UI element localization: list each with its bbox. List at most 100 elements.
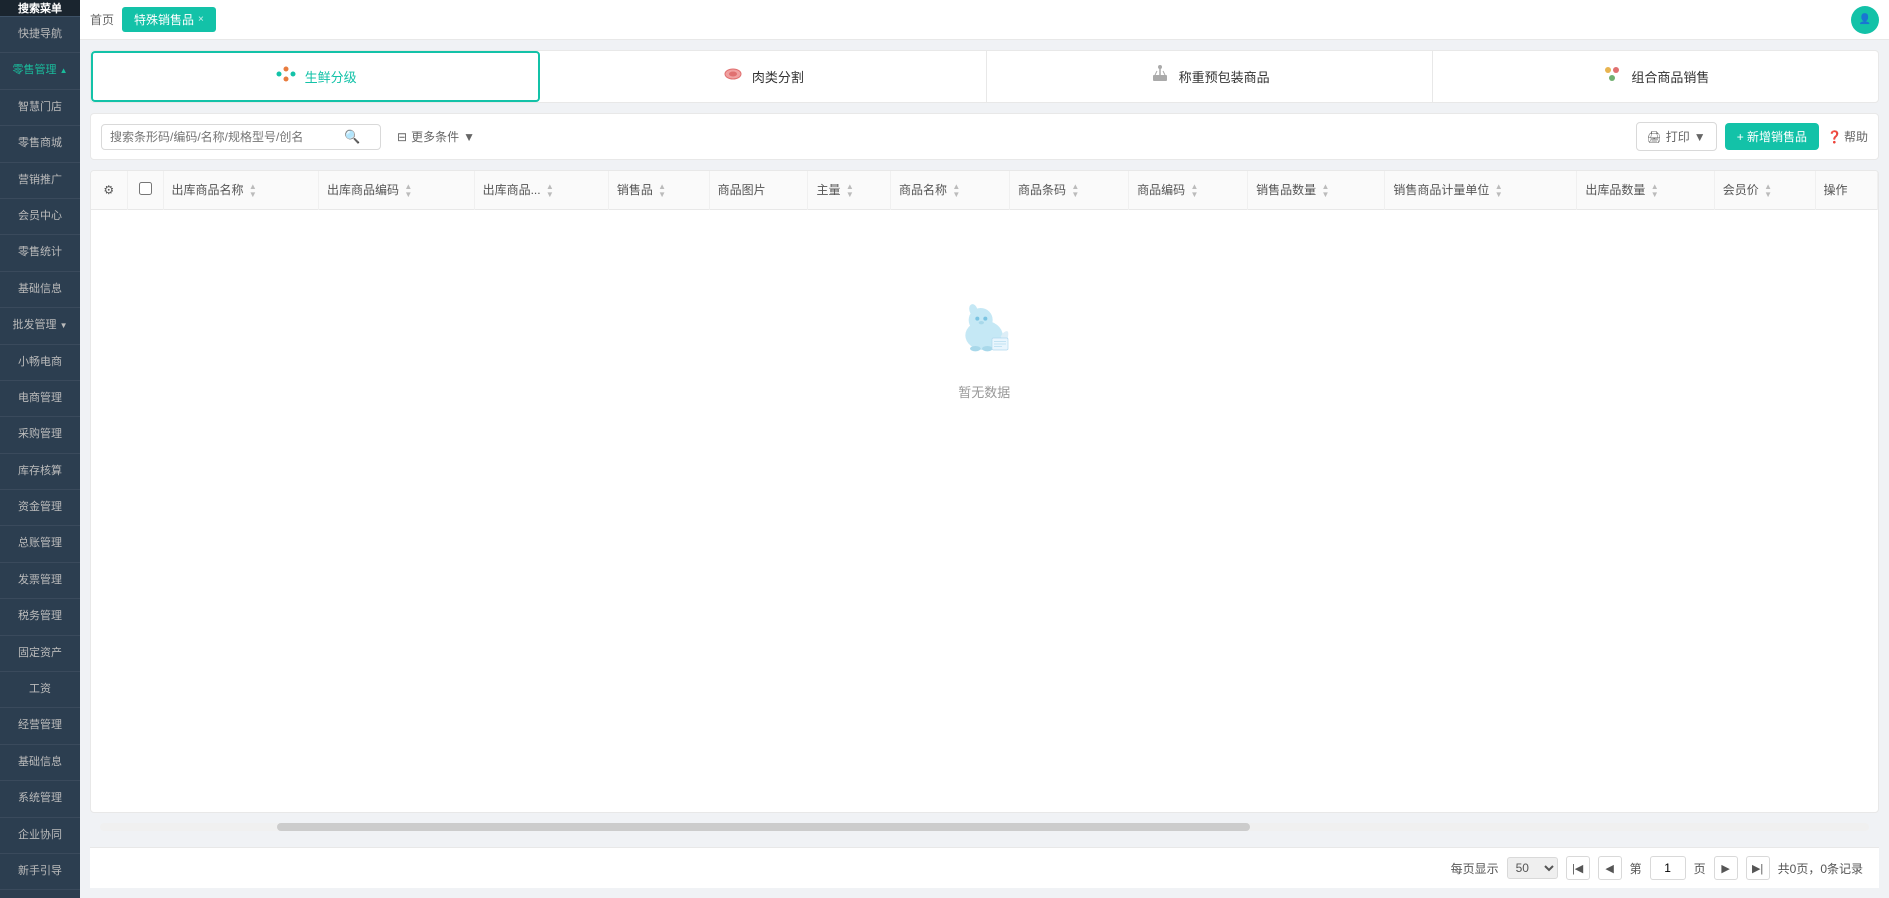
sidebar-item-retail-mgmt[interactable]: 零售管理 ▲ xyxy=(0,53,80,89)
sidebar-item-sys-mgmt[interactable]: 系统管理 xyxy=(0,781,80,817)
sidebar-item-inventory[interactable]: 库存核算 xyxy=(0,454,80,490)
th-sales-qty: 销售品数量 ▲▼ xyxy=(1248,171,1385,209)
add-button-label: + 新增销售品 xyxy=(1737,128,1807,145)
sort-icon[interactable]: ▲▼ xyxy=(1495,183,1503,199)
sort-icon[interactable]: ▲▼ xyxy=(658,183,666,199)
total-label: 共0页，0条记录 xyxy=(1778,860,1863,877)
select-all-checkbox[interactable] xyxy=(139,182,152,195)
sidebar-item-payroll[interactable]: 工资 xyxy=(0,672,80,708)
topbar-active-tab[interactable]: 特殊销售品 × xyxy=(122,7,216,32)
filter-button[interactable]: ⊟ 更多条件 ▼ xyxy=(389,124,483,149)
sidebar-item-marketing[interactable]: 营销推广 xyxy=(0,163,80,199)
sidebar-item-mini-ecom[interactable]: 小畅电商 xyxy=(0,345,80,381)
sort-icon[interactable]: ▲▼ xyxy=(846,183,854,199)
tab-meat-cut[interactable]: 肉类分割 xyxy=(540,51,986,102)
data-table: ⚙ 出库商品名称 ▲▼ 出库商品编码 ▲▼ xyxy=(91,171,1878,481)
sidebar-item-settings[interactable]: ⚙ xyxy=(0,890,80,898)
horizontal-scrollbar[interactable] xyxy=(100,823,1869,831)
sidebar-item-member-center[interactable]: 会员中心 xyxy=(0,199,80,235)
scrollbar-thumb xyxy=(277,823,1250,831)
sidebar-item-tax-mgmt[interactable]: 税务管理 xyxy=(0,599,80,635)
tab-fresh-grade[interactable]: 生鲜分级 xyxy=(91,51,540,102)
sort-icon[interactable]: ▲▼ xyxy=(1071,183,1079,199)
pagination-bar: 每页显示 50 10 20 100 |◀ ◀ 第 1 页 ▶ ▶| 共0页，0条… xyxy=(90,847,1879,888)
meat-cut-icon xyxy=(722,65,744,88)
sort-icon[interactable]: ▲▼ xyxy=(249,183,257,199)
search-icon[interactable]: 🔍 xyxy=(344,129,360,145)
combo-sale-icon xyxy=(1601,65,1623,88)
filter-icon: ⊟ xyxy=(397,130,407,144)
print-label: 打印 xyxy=(1666,128,1690,145)
page-content: 生鲜分级 肉类分割 xyxy=(80,40,1889,898)
sidebar-item-smart-store[interactable]: 智慧门店 xyxy=(0,90,80,126)
sidebar-item-fund-mgmt[interactable]: 资金管理 xyxy=(0,490,80,526)
print-dropdown-icon: ▼ xyxy=(1694,130,1706,144)
prev-page-button[interactable]: ◀ xyxy=(1598,856,1622,880)
search-wrapper[interactable]: 🔍 xyxy=(101,124,381,150)
th-product-code: 商品编码 ▲▼ xyxy=(1129,171,1248,209)
topbar: 首页 特殊销售品 × 👤 xyxy=(80,0,1889,40)
th-checkbox[interactable] xyxy=(127,171,163,209)
th-out-product-x: 出库商品... ▲▼ xyxy=(474,171,608,209)
user-avatar: 👤 xyxy=(1851,6,1879,34)
chevron-down-icon: ▲ xyxy=(60,66,68,75)
sidebar-item-ops-mgmt[interactable]: 经营管理 xyxy=(0,708,80,744)
empty-state: 暂无数据 xyxy=(91,210,1878,481)
gear-icon[interactable]: ⚙ xyxy=(103,183,114,197)
th-out-product-name: 出库商品名称 ▲▼ xyxy=(163,171,319,209)
sidebar-item-general-ledger[interactable]: 总账管理 xyxy=(0,526,80,562)
th-member-price: 会员价 ▲▼ xyxy=(1714,171,1815,209)
topbar-home-link[interactable]: 首页 xyxy=(90,11,114,28)
tab-weight-pkg-label: 称重预包装商品 xyxy=(1179,67,1270,86)
page-number-input[interactable]: 1 xyxy=(1650,856,1686,880)
close-tab-icon[interactable]: × xyxy=(198,14,204,25)
sidebar-item-quick-nav[interactable]: 快捷导航 xyxy=(0,17,80,53)
tab-meat-cut-label: 肉类分割 xyxy=(752,67,804,86)
th-weight: 主量 ▲▼ xyxy=(808,171,891,209)
th-operation: 操作 xyxy=(1815,171,1878,209)
sidebar-item-basic-info2[interactable]: 基础信息 xyxy=(0,745,80,781)
printer-icon: 🖨 xyxy=(1647,130,1662,144)
sidebar-item-ecom-mgmt[interactable]: 电商管理 xyxy=(0,381,80,417)
sort-icon[interactable]: ▲▼ xyxy=(546,183,554,199)
sidebar-item-fixed-assets[interactable]: 固定资产 xyxy=(0,636,80,672)
topbar-right: 👤 xyxy=(1851,6,1879,34)
tab-combo-sale[interactable]: 组合商品销售 xyxy=(1433,51,1878,102)
sort-icon[interactable]: ▲▼ xyxy=(404,183,412,199)
print-button[interactable]: 🖨 打印 ▼ xyxy=(1636,122,1717,151)
table-container: ⚙ 出库商品名称 ▲▼ 出库商品编码 ▲▼ xyxy=(90,170,1879,813)
sort-icon[interactable]: ▲▼ xyxy=(1321,183,1329,199)
first-page-button[interactable]: |◀ xyxy=(1566,856,1590,880)
sidebar-item-retail-stats[interactable]: 零售统计 xyxy=(0,235,80,271)
last-page-button[interactable]: ▶| xyxy=(1746,856,1770,880)
sort-icon[interactable]: ▲▼ xyxy=(1651,183,1659,199)
per-page-select[interactable]: 50 10 20 100 xyxy=(1507,857,1558,879)
filter-label: 更多条件 xyxy=(411,128,459,145)
sidebar-logo: 搜索菜单 xyxy=(0,0,80,17)
sort-icon[interactable]: ▲▼ xyxy=(952,183,960,199)
th-out-qty: 出库品数量 ▲▼ xyxy=(1577,171,1714,209)
sidebar-item-biz-agreement[interactable]: 企业协同 xyxy=(0,818,80,854)
sidebar-item-wholesale-mgmt[interactable]: 批发管理 ▼ xyxy=(0,308,80,344)
th-sales-item: 销售品 ▲▼ xyxy=(608,171,709,209)
help-label: 帮助 xyxy=(1844,128,1868,145)
th-out-product-code: 出库商品编码 ▲▼ xyxy=(319,171,475,209)
search-input[interactable] xyxy=(110,130,340,144)
tab-fresh-grade-label: 生鲜分级 xyxy=(305,67,357,86)
sidebar-item-newbie-guide[interactable]: 新手引导 xyxy=(0,854,80,890)
next-page-button[interactable]: ▶ xyxy=(1714,856,1738,880)
sidebar: 搜索菜单 快捷导航 零售管理 ▲ 智慧门店 零售商城 营销推广 会员中心 零售统… xyxy=(0,0,80,898)
sort-icon[interactable]: ▲▼ xyxy=(1190,183,1198,199)
sidebar-item-basic-info[interactable]: 基础信息 xyxy=(0,272,80,308)
tab-weight-pkg[interactable]: 称重预包装商品 xyxy=(987,51,1433,102)
add-product-button[interactable]: + 新增销售品 xyxy=(1725,123,1819,150)
weight-pkg-icon xyxy=(1149,65,1171,88)
sidebar-item-purchase-mgmt[interactable]: 采购管理 xyxy=(0,417,80,453)
fresh-grade-icon xyxy=(275,65,297,88)
sort-icon[interactable]: ▲▼ xyxy=(1764,183,1772,199)
sidebar-item-invoice-mgmt[interactable]: 发票管理 xyxy=(0,563,80,599)
th-gear[interactable]: ⚙ xyxy=(91,171,127,209)
sidebar-item-label: 批发管理 xyxy=(13,319,57,331)
sidebar-item-retail-mall[interactable]: 零售商城 xyxy=(0,126,80,162)
help-button[interactable]: ❓ 帮助 xyxy=(1827,128,1868,145)
